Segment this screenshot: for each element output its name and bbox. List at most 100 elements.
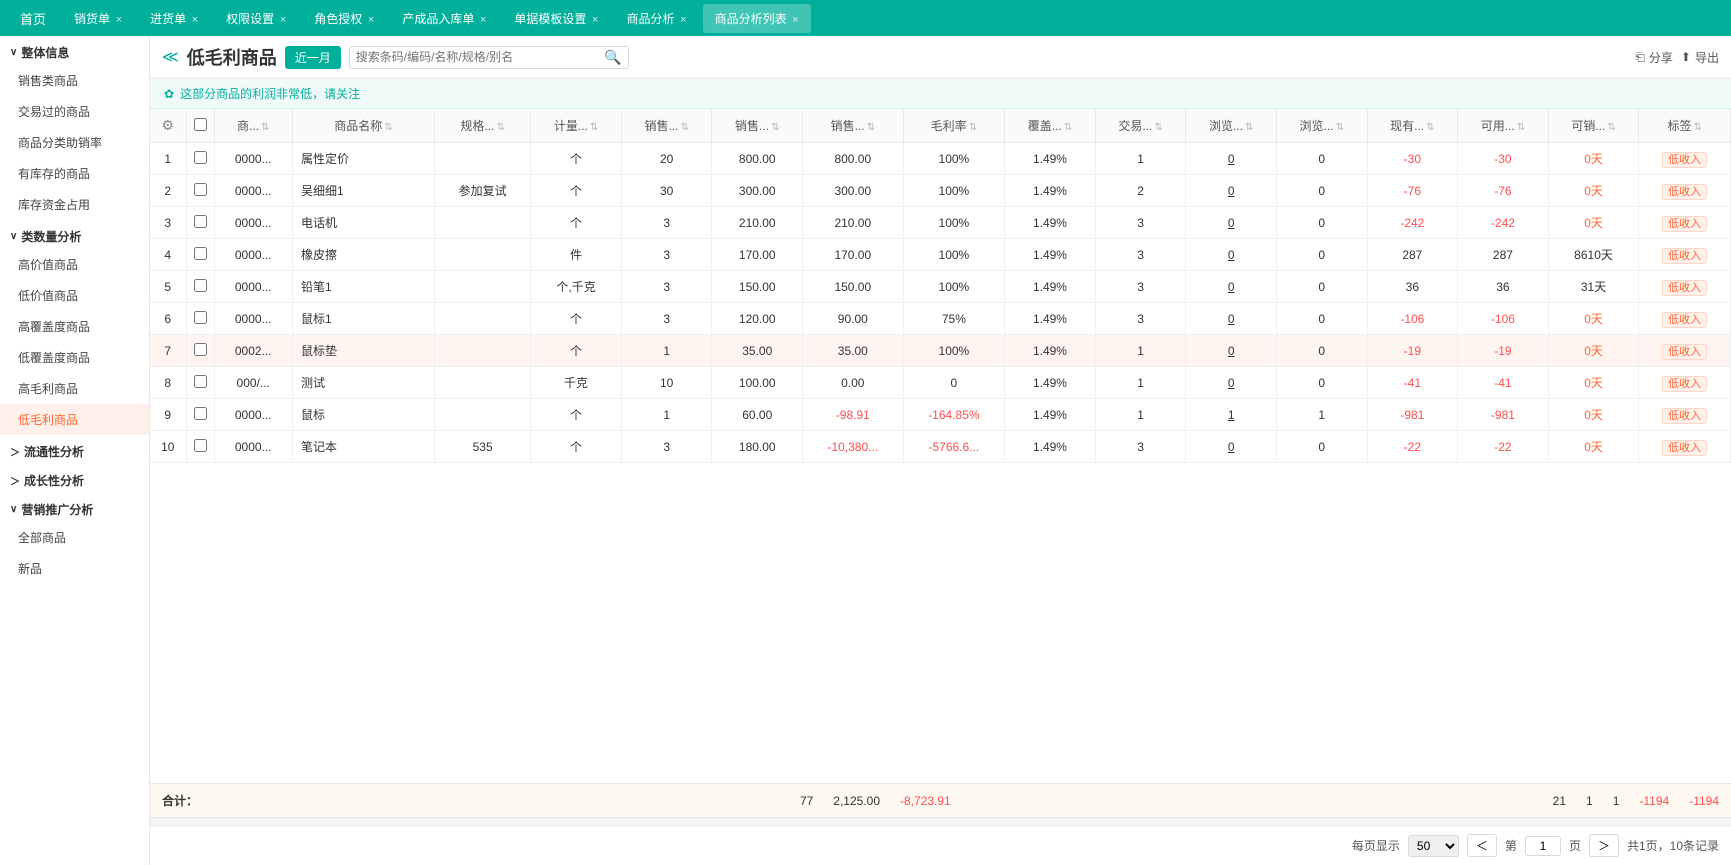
row-browse1[interactable]: 0	[1186, 143, 1277, 175]
row-name[interactable]: 电话机	[292, 207, 434, 239]
row-name[interactable]: 属性定价	[292, 143, 434, 175]
th-browse2[interactable]: 浏览...⇅	[1276, 109, 1367, 143]
nav-permission-settings[interactable]: 权限设置 ×	[214, 4, 298, 33]
row-name[interactable]: 鼠标垫	[292, 335, 434, 367]
close-analysis-icon[interactable]: ×	[680, 14, 686, 26]
row-sales-qty: 1	[621, 335, 712, 367]
row-saleable: 8610天	[1548, 239, 1639, 271]
sidebar-group-growth[interactable]: ＞ 成长性分析	[0, 464, 149, 493]
row-checkbox[interactable]	[186, 239, 214, 271]
sidebar-item-category-sales[interactable]: 商品分类助销率	[0, 127, 149, 158]
sidebar-item-stock-goods[interactable]: 有库存的商品	[0, 158, 149, 189]
sidebar-item-high-value[interactable]: 高价值商品	[0, 249, 149, 280]
page-size-select[interactable]: 50 100 200	[1408, 835, 1459, 857]
close-template-icon[interactable]: ×	[592, 14, 598, 26]
row-browse1[interactable]: 0	[1186, 303, 1277, 335]
th-tag[interactable]: 标签⇅	[1639, 109, 1731, 143]
data-table: ⚙ 商...⇅ 商品名称⇅ 规格...⇅ 计量...⇅ 销售...⇅ 销售...…	[150, 109, 1731, 463]
th-current[interactable]: 现有...⇅	[1367, 109, 1458, 143]
th-saleable[interactable]: 可销...⇅	[1548, 109, 1639, 143]
sidebar-group-liquidity[interactable]: ＞ 流通性分析	[0, 435, 149, 464]
close-permission-icon[interactable]: ×	[280, 14, 286, 26]
row-browse1[interactable]: 1	[1186, 399, 1277, 431]
sidebar-item-traded-goods[interactable]: 交易过的商品	[0, 96, 149, 127]
th-settings[interactable]: ⚙	[150, 109, 186, 143]
nav-purchase-order[interactable]: 进货单 ×	[138, 4, 210, 33]
row-checkbox[interactable]	[186, 207, 214, 239]
row-checkbox[interactable]	[186, 175, 214, 207]
close-analysis-list-icon[interactable]: ×	[792, 14, 798, 26]
settings-icon[interactable]: ⚙	[161, 117, 174, 133]
sidebar-item-high-coverage[interactable]: 高覆盖度商品	[0, 311, 149, 342]
row-browse1[interactable]: 0	[1186, 335, 1277, 367]
nav-role-auth[interactable]: 角色授权 ×	[302, 4, 386, 33]
row-unit: 个	[531, 399, 622, 431]
chevron-down-icon3: ∨	[10, 504, 17, 515]
nav-sales-order[interactable]: 销货单 ×	[62, 4, 134, 33]
select-all-checkbox[interactable]	[194, 118, 207, 131]
row-name[interactable]: 铅笔1	[292, 271, 434, 303]
row-checkbox[interactable]	[186, 367, 214, 399]
collapse-sidebar-icon[interactable]: ≪	[162, 47, 179, 67]
close-purchase-order-icon[interactable]: ×	[192, 14, 198, 26]
current-page-input[interactable]	[1525, 836, 1561, 856]
sidebar-item-low-value[interactable]: 低价值商品	[0, 280, 149, 311]
close-product-entry-icon[interactable]: ×	[480, 14, 486, 26]
nav-product-analysis-list[interactable]: 商品分析列表 ×	[703, 4, 811, 33]
row-browse1[interactable]: 0	[1186, 239, 1277, 271]
th-transaction[interactable]: 交易...⇅	[1095, 109, 1186, 143]
sidebar-item-all-goods[interactable]: 全部商品	[0, 522, 149, 553]
sidebar-item-low-margin[interactable]: 低毛利商品	[0, 404, 149, 435]
row-checkbox[interactable]	[186, 335, 214, 367]
row-sales-amount: 120.00	[712, 303, 803, 335]
row-available: -19	[1458, 335, 1549, 367]
th-gross-margin[interactable]: 毛利率⇅	[903, 109, 1005, 143]
row-checkbox[interactable]	[186, 399, 214, 431]
th-sales-amount[interactable]: 销售...⇅	[712, 109, 803, 143]
row-checkbox[interactable]	[186, 431, 214, 463]
nav-home[interactable]: 首页	[8, 3, 58, 34]
prev-page-button[interactable]: ＜	[1467, 834, 1497, 857]
row-browse1[interactable]: 0	[1186, 271, 1277, 303]
row-checkbox[interactable]	[186, 143, 214, 175]
share-button[interactable]: ⎗ 分享	[1635, 49, 1673, 66]
th-sales-qty[interactable]: 销售...⇅	[621, 109, 712, 143]
row-name[interactable]: 鼠标	[292, 399, 434, 431]
sidebar-item-new-goods[interactable]: 新品	[0, 553, 149, 584]
th-unit[interactable]: 计量...⇅	[531, 109, 622, 143]
export-button[interactable]: ⬆ 导出	[1681, 49, 1719, 66]
close-sales-order-icon[interactable]: ×	[116, 14, 122, 26]
sidebar-item-sales-goods[interactable]: 销售类商品	[0, 65, 149, 96]
th-available[interactable]: 可用...⇅	[1458, 109, 1549, 143]
row-name[interactable]: 笔记本	[292, 431, 434, 463]
row-name[interactable]: 吴细细1	[292, 175, 434, 207]
nav-product-entry[interactable]: 产成品入库单 ×	[390, 4, 498, 33]
close-role-icon[interactable]: ×	[368, 14, 374, 26]
th-name[interactable]: 商品名称⇅	[292, 109, 434, 143]
th-sales-profit[interactable]: 销售...⇅	[803, 109, 904, 143]
date-filter-button[interactable]: 近一月	[285, 46, 341, 69]
row-checkbox[interactable]	[186, 303, 214, 335]
th-browse1[interactable]: 浏览...⇅	[1186, 109, 1277, 143]
row-checkbox[interactable]	[186, 271, 214, 303]
th-code[interactable]: 商...⇅	[214, 109, 292, 143]
row-browse1[interactable]: 0	[1186, 431, 1277, 463]
sidebar-item-capital-usage[interactable]: 库存资金占用	[0, 189, 149, 220]
row-name[interactable]: 橡皮擦	[292, 239, 434, 271]
search-icon[interactable]: 🔍	[604, 49, 621, 66]
nav-product-analysis[interactable]: 商品分析 ×	[614, 4, 698, 33]
sidebar-item-high-margin[interactable]: 高毛利商品	[0, 373, 149, 404]
row-tag: 低收入	[1639, 239, 1731, 271]
next-page-button[interactable]: ＞	[1589, 834, 1619, 857]
horizontal-scrollbar[interactable]	[150, 817, 1731, 825]
th-spec[interactable]: 规格...⇅	[434, 109, 530, 143]
row-name[interactable]: 鼠标1	[292, 303, 434, 335]
nav-template-settings[interactable]: 单据模板设置 ×	[502, 4, 610, 33]
row-browse1[interactable]: 0	[1186, 175, 1277, 207]
row-name[interactable]: 测试	[292, 367, 434, 399]
row-browse1[interactable]: 0	[1186, 367, 1277, 399]
row-browse1[interactable]: 0	[1186, 207, 1277, 239]
sidebar-item-low-coverage[interactable]: 低覆盖度商品	[0, 342, 149, 373]
th-coverage[interactable]: 覆盖...⇅	[1005, 109, 1096, 143]
search-input[interactable]	[356, 50, 605, 64]
